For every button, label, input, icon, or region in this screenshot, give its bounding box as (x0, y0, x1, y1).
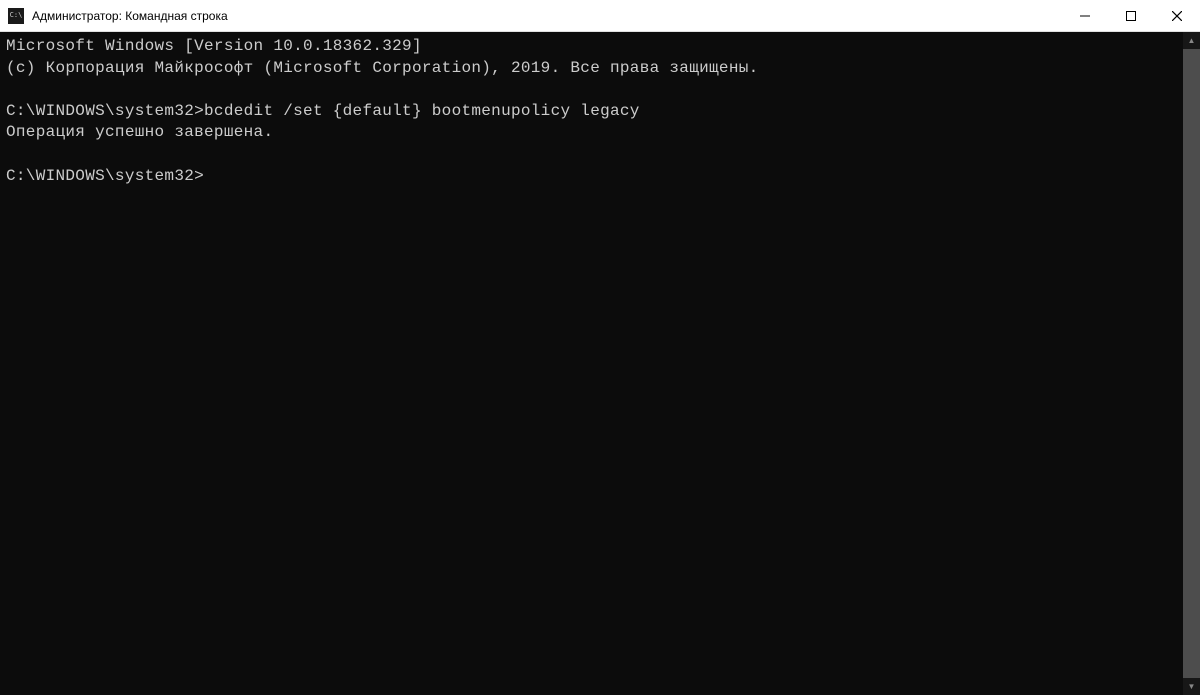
minimize-button[interactable] (1062, 0, 1108, 31)
terminal-prompt-1: C:\WINDOWS\system32> (6, 102, 204, 120)
scroll-up-arrow[interactable]: ▲ (1183, 32, 1200, 49)
cmd-window: C:\ Администратор: Командная строка (0, 0, 1200, 695)
vertical-scrollbar[interactable]: ▲ ▼ (1183, 32, 1200, 695)
close-button[interactable] (1154, 0, 1200, 31)
maximize-icon (1126, 11, 1136, 21)
title-left: C:\ Администратор: Командная строка (0, 8, 228, 24)
scroll-thumb[interactable] (1183, 49, 1200, 678)
terminal-line-version: Microsoft Windows [Version 10.0.18362.32… (6, 37, 422, 55)
close-icon (1172, 11, 1182, 21)
maximize-button[interactable] (1108, 0, 1154, 31)
window-controls (1062, 0, 1200, 31)
terminal-line-result: Операция успешно завершена. (6, 123, 273, 141)
terminal-command-1: bcdedit /set {default} bootmenupolicy le… (204, 102, 640, 120)
terminal-body: Microsoft Windows [Version 10.0.18362.32… (0, 32, 1200, 695)
title-bar[interactable]: C:\ Администратор: Командная строка (0, 0, 1200, 32)
scroll-down-arrow[interactable]: ▼ (1183, 678, 1200, 695)
cmd-icon: C:\ (8, 8, 24, 24)
window-title: Администратор: Командная строка (32, 9, 228, 23)
terminal-content[interactable]: Microsoft Windows [Version 10.0.18362.32… (0, 32, 1183, 695)
terminal-prompt-2: C:\WINDOWS\system32> (6, 167, 204, 185)
terminal-line-copyright: (c) Корпорация Майкрософт (Microsoft Cor… (6, 59, 759, 77)
minimize-icon (1080, 11, 1090, 21)
